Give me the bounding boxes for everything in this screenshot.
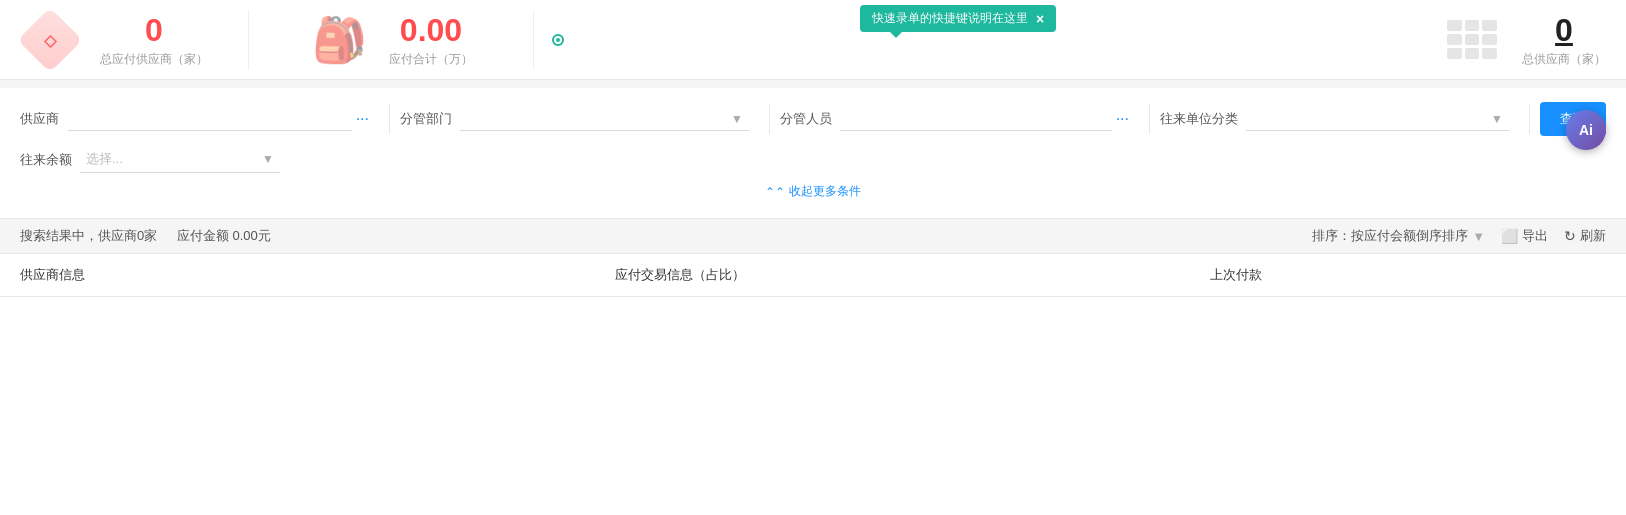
result-bar: 搜索结果中，供应商0家 应付金额 0.00元 排序：按应付会额倒序排序 ▼ ⬜ … [0, 219, 1626, 254]
total-payable-suppliers-label: 总应付供应商（家） [100, 51, 208, 68]
dept-chevron-icon: ▼ [731, 112, 743, 126]
dept-label: 分管部门 [400, 110, 452, 128]
table-header: 供应商信息 应付交易信息（占比） 上次付款 [0, 254, 1626, 297]
export-button[interactable]: ⬜ 导出 [1501, 227, 1548, 245]
balance-label: 往来余额 [20, 151, 72, 169]
sort-label: 排序：按应付会额倒序排序 [1312, 227, 1468, 245]
supplier-input[interactable] [68, 107, 352, 131]
filter-row-2: 往来余额 选择... ▼ [20, 146, 1606, 173]
col-header-supplier: 供应商信息 [20, 266, 615, 284]
top-stats-bar: ◇ 0 总应付供应商（家） 🎒 0.00 应付合计（万） 快速录单的快捷键说明在… [0, 0, 1626, 80]
category-select[interactable]: ▼ [1246, 108, 1509, 131]
collapse-up-icon: ⌃⌃ [765, 185, 785, 199]
grid-icon [1442, 10, 1502, 70]
table-body [0, 297, 1626, 515]
export-label: 导出 [1522, 227, 1548, 245]
total-payable-suppliers-number: 0 [145, 11, 163, 49]
col-header-transaction: 应付交易信息（占比） [615, 266, 1210, 284]
total-suppliers-label: 总供应商（家） [1522, 51, 1606, 68]
person-label: 分管人员 [780, 110, 832, 128]
result-amount: 应付金额 0.00元 [177, 228, 271, 243]
supplier-label: 供应商 [20, 110, 60, 128]
person-filter: 分管人员 ··· [780, 107, 1139, 131]
divider-1 [389, 104, 390, 134]
filter-row-1: 供应商 ··· 分管部门 ▼ 分管人员 ··· 往来单位分类 ▼ [20, 102, 1606, 136]
payable-total-number: 0.00 [400, 11, 462, 49]
refresh-label: 刷新 [1580, 227, 1606, 245]
tooltip-dot [554, 36, 562, 44]
supplier-filter: 供应商 ··· [20, 107, 379, 131]
payable-total-label: 应付合计（万） [389, 51, 473, 68]
supplier-dots-icon[interactable]: ··· [356, 110, 369, 128]
dept-filter: 分管部门 ▼ [400, 108, 759, 131]
sort-select[interactable]: 排序：按应付会额倒序排序 ▼ [1312, 227, 1485, 245]
balance-filter: 往来余额 选择... ▼ [20, 146, 1606, 173]
divider-3 [1149, 104, 1150, 134]
balance-select[interactable]: 选择... ▼ [80, 146, 280, 173]
refresh-icon: ↻ [1564, 228, 1576, 244]
result-text: 搜索结果中，供应商0家 [20, 228, 157, 243]
result-info: 搜索结果中，供应商0家 应付金额 0.00元 [20, 227, 271, 245]
ai-badge[interactable]: Ai [1566, 110, 1606, 150]
result-bar-right: 排序：按应付会额倒序排序 ▼ ⬜ 导出 ↻ 刷新 [1312, 227, 1606, 245]
divider-2 [769, 104, 770, 134]
total-suppliers-number: 0 [1555, 11, 1573, 49]
category-chevron-icon: ▼ [1491, 112, 1503, 126]
tooltip-close-icon[interactable]: × [1036, 11, 1044, 27]
collapse-button[interactable]: ⌃⌃ 收起更多条件 [765, 183, 861, 200]
col-header-lastpay: 上次付款 [1210, 266, 1607, 284]
refresh-button[interactable]: ↻ 刷新 [1564, 227, 1606, 245]
shortcut-tooltip: 快速录单的快捷键说明在这里 × [860, 5, 1056, 32]
category-filter: 往来单位分类 ▼ [1160, 108, 1519, 131]
sort-chevron-icon: ▼ [1472, 229, 1485, 244]
tooltip-text: 快速录单的快捷键说明在这里 [872, 10, 1028, 27]
person-dots-icon[interactable]: ··· [1116, 110, 1129, 128]
category-label: 往来单位分类 [1160, 110, 1238, 128]
filter-section: 供应商 ··· 分管部门 ▼ 分管人员 ··· 往来单位分类 ▼ [0, 88, 1626, 219]
bag-icon: 🎒 [309, 10, 369, 70]
diamond-icon: ◇ [20, 10, 80, 70]
balance-chevron-icon: ▼ [262, 152, 274, 166]
dept-select[interactable]: ▼ [460, 108, 749, 131]
divider-4 [1529, 104, 1530, 134]
person-input[interactable] [840, 107, 1112, 131]
collapse-label: 收起更多条件 [789, 183, 861, 200]
balance-placeholder: 选择... [86, 150, 123, 168]
export-icon: ⬜ [1501, 228, 1518, 244]
